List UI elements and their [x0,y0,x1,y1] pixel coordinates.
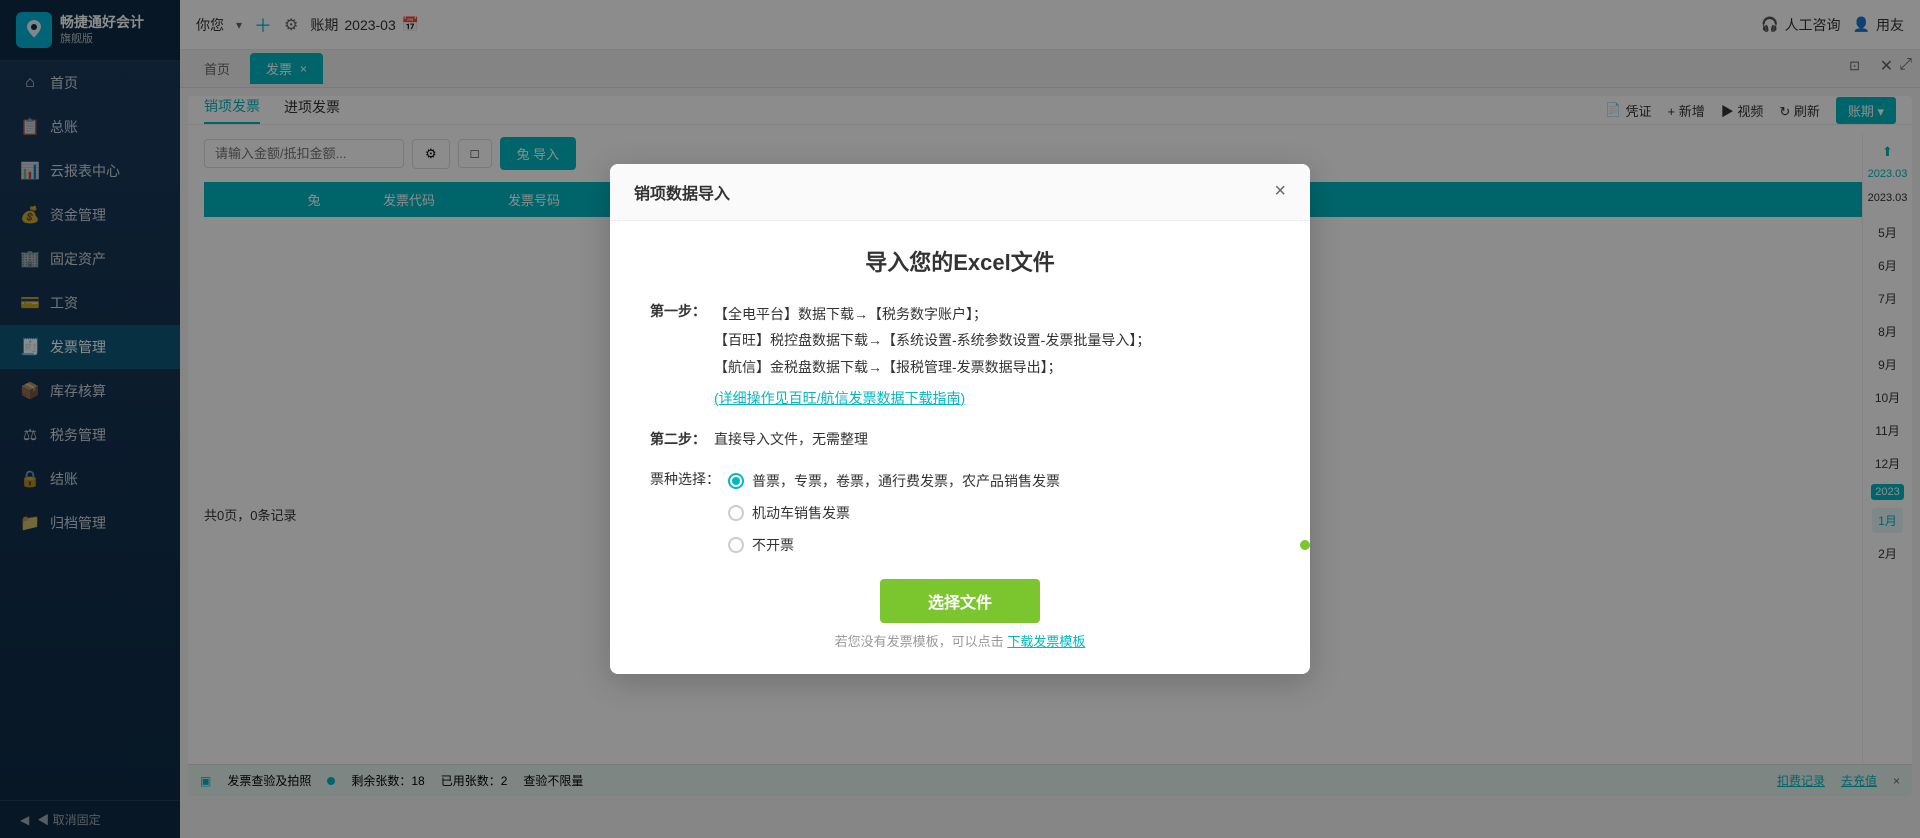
radio-no-invoice-label: 不开票 [752,535,794,555]
step1-label: 第一步： [650,301,706,321]
modal-close-button[interactable]: × [1274,180,1286,203]
modal-main-title: 导入您的Excel文件 [650,245,1270,277]
modal-header: 销项数据导入 × [610,164,1310,221]
radio-motor[interactable]: 机动车销售发票 [728,503,1060,523]
tooltip-connector [1300,540,1310,550]
radio-motor-circle [728,505,744,521]
radio-group: 普票，专票，卷票，通行费发票，农产品销售发票 机动车销售发票 不开票 [728,471,1060,555]
radio-general-inner [732,477,740,485]
select-file-button[interactable]: 选择文件 [880,579,1040,623]
radio-no-invoice[interactable]: 不开票 [728,535,1060,555]
download-template-link[interactable]: 下载发票模板 [1007,634,1085,649]
modal-body: 导入您的Excel文件 第一步： 【全电平台】数据下载→【税务数字账户】； 【百… [610,221,1310,674]
radio-general-label: 普票，专票，卷票，通行费发票，农产品销售发票 [752,471,1060,491]
tooltip-dot [1300,540,1310,550]
step2-text: 直接导入文件，无需整理 [714,429,868,449]
radio-label: 票种选择： [650,467,720,489]
radio-general[interactable]: 普票，专票，卷票，通行费发票，农产品销售发票 [728,471,1060,491]
step1: 第一步： 【全电平台】数据下载→【税务数字账户】； 【百旺】税控盘数据下载→【系… [650,301,1270,411]
modal-footer: 若您没有发票模板，可以点击 下载发票模板 [650,631,1270,650]
radio-general-circle [728,473,744,489]
step1-line3: 【航信】金税盘数据下载→【报税管理-发票数据导出】； [714,354,1150,381]
radio-motor-label: 机动车销售发票 [752,503,850,523]
step1-line1: 【全电平台】数据下载→【税务数字账户】； [714,301,1150,328]
radio-section: 票种选择： 普票，专票，卷票，通行费发票，农产品销售发票 机动车销售发票 [650,467,1270,555]
modal-footer-text: 若您没有发票模板，可以点击 [835,634,1004,649]
radio-no-invoice-circle [728,537,744,553]
step1-guide-link[interactable]: (详细操作见百旺/航信发票数据下载指南) [714,390,965,406]
step2-label: 第二步： [650,429,706,449]
step1-line2: 【百旺】税控盘数据下载→【系统设置-系统参数设置-发票批量导入】； [714,327,1150,354]
modal-overlay: 销项数据导入 × 导入您的Excel文件 第一步： 【全电平台】数据下载→【税务… [0,0,1920,838]
step1-content: 【全电平台】数据下载→【税务数字账户】； 【百旺】税控盘数据下载→【系统设置-系… [714,301,1150,411]
step2: 第二步： 直接导入文件，无需整理 [650,429,1270,449]
modal-title: 销项数据导入 [634,180,730,204]
import-modal: 销项数据导入 × 导入您的Excel文件 第一步： 【全电平台】数据下载→【税务… [610,164,1310,674]
